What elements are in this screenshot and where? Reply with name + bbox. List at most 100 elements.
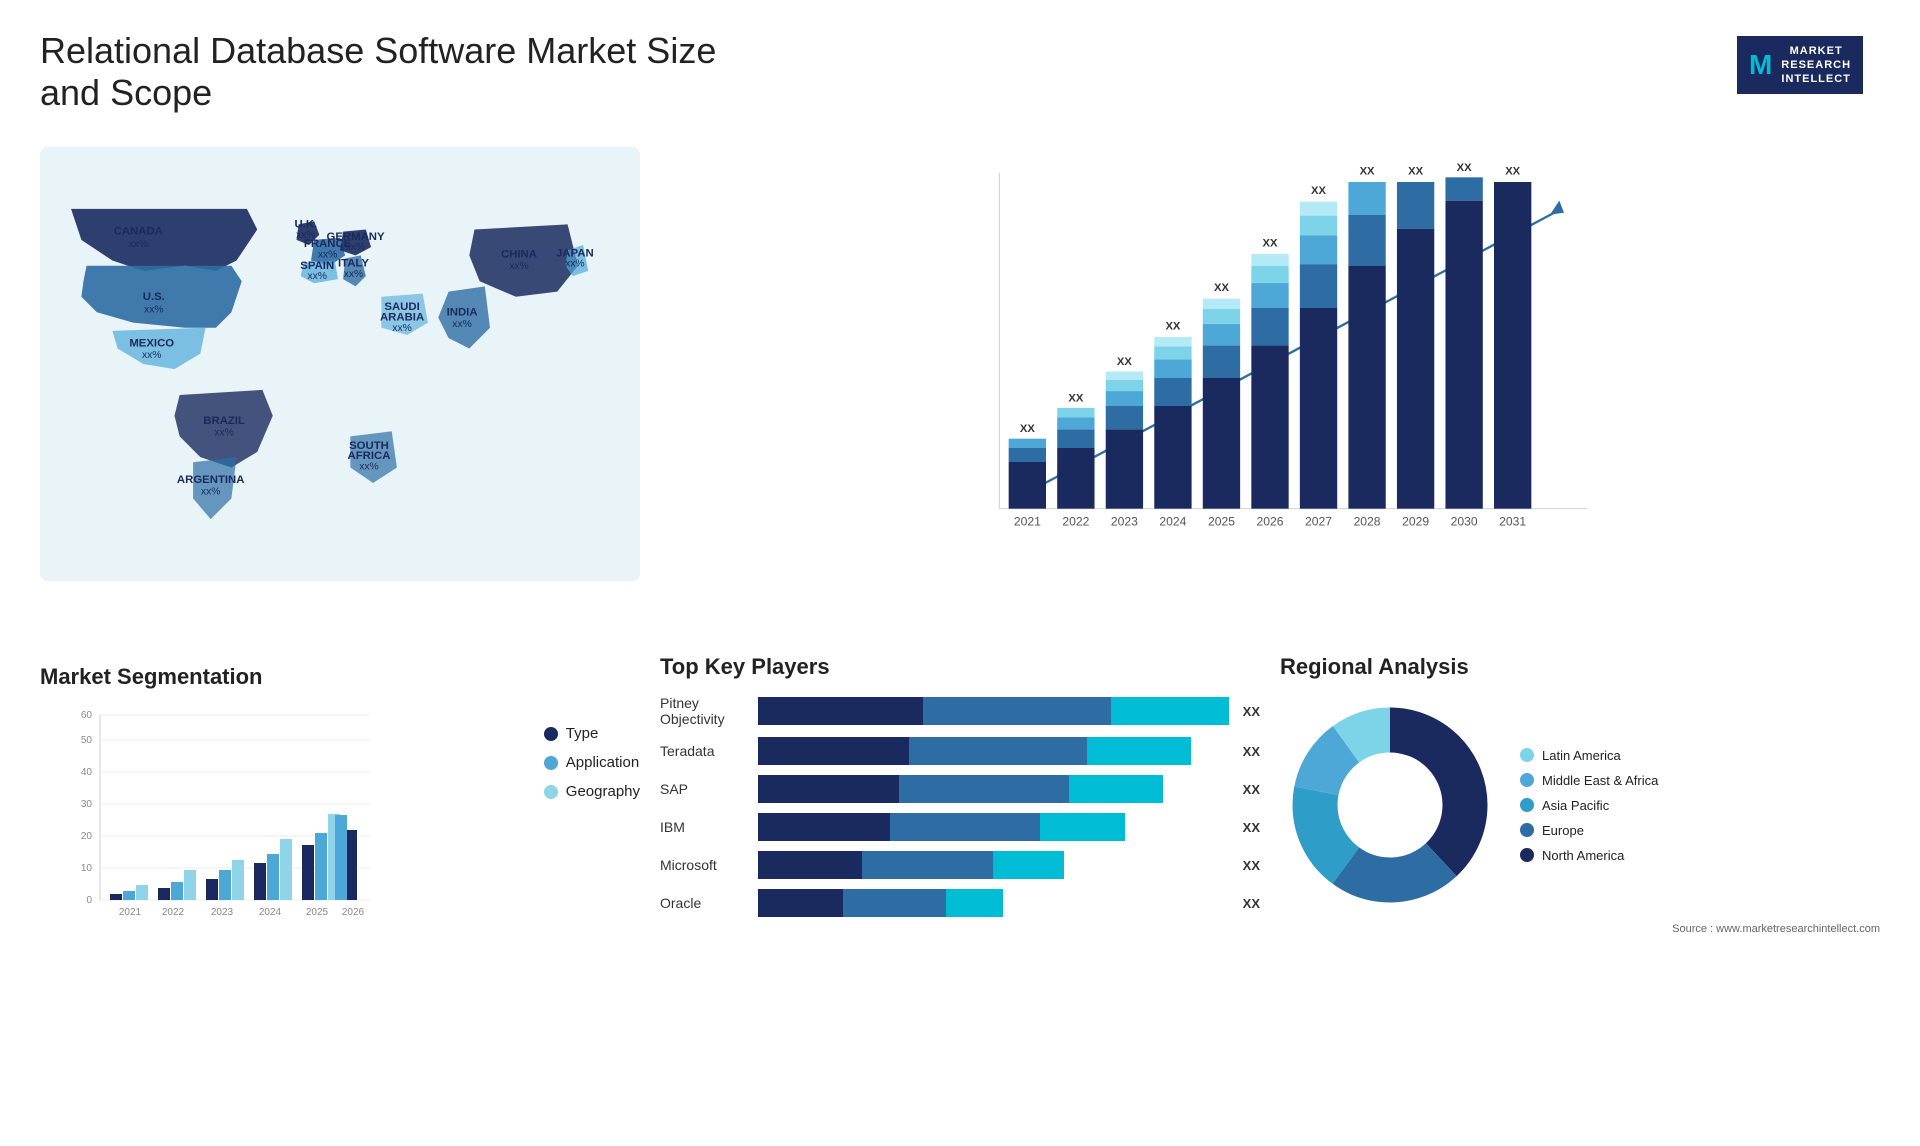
svg-text:2031: 2031 <box>1499 514 1526 528</box>
svg-text:xx%: xx% <box>565 259 585 270</box>
svg-text:10: 10 <box>81 863 93 874</box>
page-title: Relational Database Software Market Size… <box>40 30 740 114</box>
svg-text:xx%: xx% <box>129 239 149 250</box>
legend-type-dot <box>544 727 558 741</box>
svg-text:JAPAN: JAPAN <box>556 247 594 259</box>
svg-text:XX: XX <box>1117 356 1132 368</box>
legend-type: Type <box>544 725 640 742</box>
player-bar-teradata <box>758 737 1229 765</box>
svg-text:xx%: xx% <box>344 269 364 280</box>
legend-mea-dot <box>1520 773 1534 787</box>
svg-text:40: 40 <box>81 767 93 778</box>
bottom-right: Top Key Players PitneyObjectivity XX Ter… <box>660 654 1880 960</box>
donut-legend: Latin America Middle East & Africa Asia … <box>1520 748 1658 863</box>
legend-geography: Geography <box>544 783 640 800</box>
regional-title: Regional Analysis <box>1280 654 1880 680</box>
bar-chart-svg: XX XX XX XX <box>680 154 1860 574</box>
legend-mea-label: Middle East & Africa <box>1542 773 1658 788</box>
player-name-oracle: Oracle <box>660 895 750 911</box>
svg-text:XX: XX <box>1020 423 1035 435</box>
bar-seg2 <box>862 851 994 879</box>
svg-text:20: 20 <box>81 831 93 842</box>
bar-seg2 <box>909 737 1088 765</box>
player-val-ibm: XX <box>1243 820 1260 835</box>
legend-asia: Asia Pacific <box>1520 798 1658 813</box>
svg-text:50: 50 <box>81 735 93 746</box>
player-bar-oracle <box>758 889 1229 917</box>
svg-text:2024: 2024 <box>1159 514 1186 528</box>
svg-text:xx%: xx% <box>318 249 338 260</box>
player-row-microsoft: Microsoft XX <box>660 851 1260 879</box>
segmentation-section: Market Segmentation 0 10 <box>40 654 640 960</box>
player-row-oracle: Oracle XX <box>660 889 1260 917</box>
player-row-teradata: Teradata XX <box>660 737 1260 765</box>
svg-text:2024: 2024 <box>259 907 282 918</box>
bar-seg3 <box>1069 775 1163 803</box>
segmentation-legend: Type Application Geography <box>544 705 640 800</box>
logo-line1: MARKET <box>1781 44 1851 58</box>
svg-text:CANADA: CANADA <box>114 226 163 238</box>
legend-mea: Middle East & Africa <box>1520 773 1658 788</box>
bar-seg1 <box>758 697 923 725</box>
logo-line2: RESEARCH <box>1781 58 1851 72</box>
svg-text:0: 0 <box>86 895 92 906</box>
svg-text:XX: XX <box>1457 162 1472 174</box>
svg-text:2023: 2023 <box>1111 514 1138 528</box>
player-val-teradata: XX <box>1243 744 1260 759</box>
svg-text:xx%: xx% <box>392 323 412 334</box>
bar-seg1 <box>758 813 890 841</box>
logo: M MARKET RESEARCH INTELLECT <box>1720 30 1880 100</box>
legend-north-america-dot <box>1520 848 1534 862</box>
bar-seg3 <box>1111 697 1229 725</box>
svg-text:AFRICA: AFRICA <box>348 450 391 462</box>
segmentation-chart: 0 10 20 30 40 50 60 <box>40 705 640 950</box>
bar-seg1 <box>758 889 843 917</box>
legend-europe-dot <box>1520 823 1534 837</box>
player-row-pitney: PitneyObjectivity XX <box>660 695 1260 727</box>
svg-text:2029: 2029 <box>1402 514 1429 528</box>
svg-text:XX: XX <box>1068 392 1083 404</box>
player-bar-sap <box>758 775 1229 803</box>
logo-line3: INTELLECT <box>1781 72 1851 86</box>
bar-seg2 <box>890 813 1041 841</box>
svg-text:2030: 2030 <box>1451 514 1478 528</box>
svg-text:2027: 2027 <box>1305 514 1332 528</box>
seg-svg-wrapper: 0 10 20 30 40 50 60 <box>40 705 514 950</box>
bar-seg3 <box>1040 813 1125 841</box>
svg-text:2026: 2026 <box>342 907 365 918</box>
legend-application: Application <box>544 754 640 771</box>
legend-geography-label: Geography <box>566 783 640 800</box>
bar-seg3 <box>993 851 1064 879</box>
svg-text:SPAIN: SPAIN <box>300 260 334 272</box>
player-name-microsoft: Microsoft <box>660 857 750 873</box>
svg-text:xx%: xx% <box>307 271 327 282</box>
segmentation-title: Market Segmentation <box>40 664 640 690</box>
svg-text:ARABIA: ARABIA <box>380 312 424 324</box>
legend-application-dot <box>544 756 558 770</box>
player-name-pitney: PitneyObjectivity <box>660 695 750 727</box>
legend-europe: Europe <box>1520 823 1658 838</box>
player-val-oracle: XX <box>1243 896 1260 911</box>
legend-latin: Latin America <box>1520 748 1658 763</box>
svg-text:XX: XX <box>1263 237 1278 249</box>
player-val-pitney: XX <box>1243 704 1260 719</box>
svg-text:XX: XX <box>1360 166 1375 178</box>
legend-north-america: North America <box>1520 848 1658 863</box>
player-val-microsoft: XX <box>1243 858 1260 873</box>
svg-text:2022: 2022 <box>162 907 185 918</box>
legend-geography-dot <box>544 785 558 799</box>
map-svg: CANADA xx% U.S. xx% MEXICO xx% BRAZIL xx… <box>40 134 640 594</box>
svg-text:xx%: xx% <box>359 462 379 473</box>
donut-chart-svg <box>1280 695 1500 915</box>
svg-text:2028: 2028 <box>1354 514 1381 528</box>
player-name-sap: SAP <box>660 781 750 797</box>
svg-text:XX: XX <box>1165 320 1180 332</box>
svg-text:2021: 2021 <box>119 907 142 918</box>
svg-text:U.S.: U.S. <box>143 291 165 303</box>
player-name-ibm: IBM <box>660 819 750 835</box>
legend-europe-label: Europe <box>1542 823 1584 838</box>
svg-text:GERMANY: GERMANY <box>326 231 384 243</box>
seg-chart-svg: 0 10 20 30 40 50 60 <box>40 705 400 945</box>
key-players-section: Top Key Players PitneyObjectivity XX Ter… <box>660 654 1260 960</box>
svg-text:BRAZIL: BRAZIL <box>203 415 245 427</box>
